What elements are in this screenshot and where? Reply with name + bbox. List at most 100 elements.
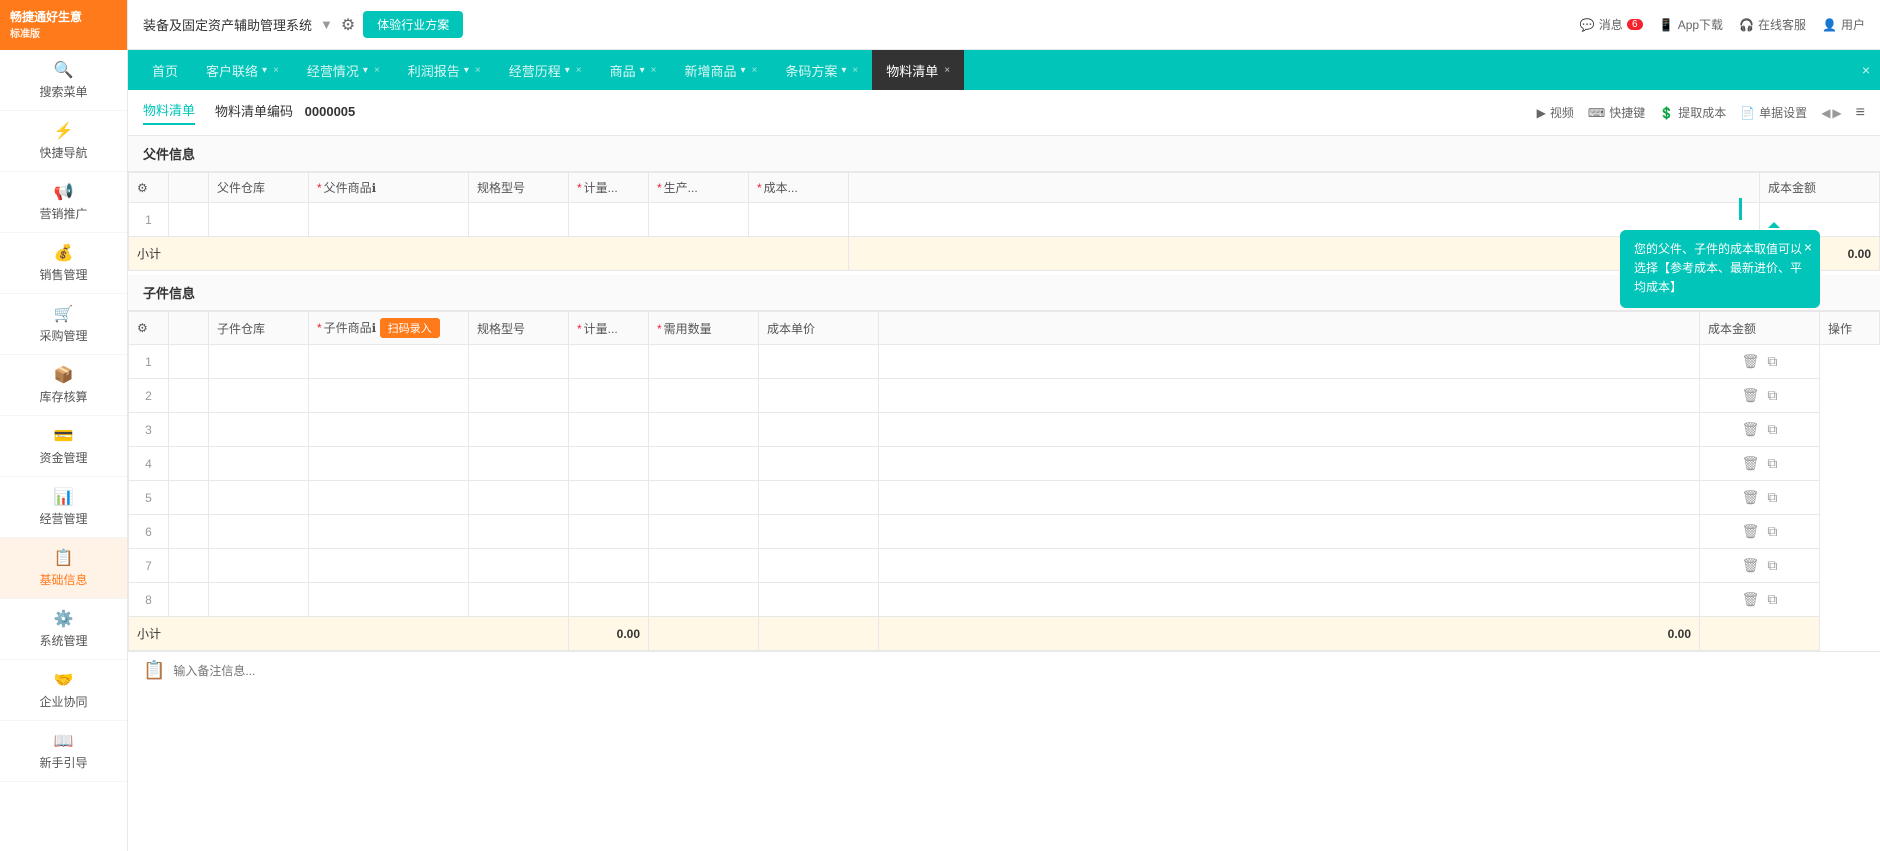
system-dropdown-icon[interactable]: ▼ <box>320 17 333 32</box>
child-row3-product[interactable] <box>209 413 309 447</box>
sidebar-item-search[interactable]: 🔍 搜索菜单 <box>0 50 127 111</box>
note-input[interactable] <box>173 664 1865 678</box>
sidebar-item-purchase[interactable]: 🛒 采购管理 <box>0 294 127 355</box>
tab-operation-close[interactable]: × <box>374 65 380 76</box>
child-row7-spec[interactable] <box>309 549 469 583</box>
close-all-icon[interactable]: × <box>1862 62 1870 78</box>
copy-icon[interactable]: ⧉ <box>1767 523 1777 540</box>
tooltip-close-btn[interactable]: × <box>1804 236 1812 258</box>
child-row1-warehouse[interactable] <box>169 345 209 379</box>
child-row2-unit[interactable] <box>469 379 569 413</box>
parent-row-product[interactable] <box>309 203 469 237</box>
tab-customer[interactable]: 客户联络▾× <box>192 50 293 90</box>
child-row7-unit-cost[interactable] <box>649 549 759 583</box>
child-row8-product[interactable] <box>209 583 309 617</box>
sidebar-item-sales[interactable]: 💰 销售管理 <box>0 233 127 294</box>
parent-row-prod[interactable] <box>649 203 749 237</box>
child-row4-warehouse[interactable] <box>169 447 209 481</box>
child-row2-qty[interactable] <box>569 379 649 413</box>
child-row4-product[interactable] <box>209 447 309 481</box>
sidebar-item-marketing[interactable]: 📢 营销推广 <box>0 172 127 233</box>
sidebar-item-system[interactable]: ⚙️ 系统管理 <box>0 599 127 660</box>
experience-btn[interactable]: 体验行业方案 <box>363 11 463 38</box>
delete-icon[interactable]: 🗑 <box>1742 591 1760 608</box>
tab-bom[interactable]: 物料清单× <box>872 50 964 90</box>
copy-icon[interactable]: ⧉ <box>1767 591 1777 608</box>
sidebar-item-quicknav[interactable]: ⚡ 快捷导航 <box>0 111 127 172</box>
child-row1-product[interactable] <box>209 345 309 379</box>
child-row7-product[interactable] <box>209 549 309 583</box>
child-row2-unit-cost[interactable] <box>649 379 759 413</box>
user-btn[interactable]: 👤 用户 <box>1822 16 1865 33</box>
child-row2-product[interactable] <box>209 379 309 413</box>
child-row1-unit[interactable] <box>469 345 569 379</box>
shortcut-btn[interactable]: ⌨ 快捷键 <box>1588 104 1645 121</box>
child-row6-qty[interactable] <box>569 515 649 549</box>
child-row7-warehouse[interactable] <box>169 549 209 583</box>
tab-home[interactable]: 首页 <box>138 50 192 90</box>
gear-icon[interactable]: ⚙ <box>341 15 355 35</box>
prev-arrow[interactable]: ◀ <box>1821 106 1830 120</box>
app-download-btn[interactable]: 📱 App下载 <box>1659 16 1723 33</box>
tab-profit[interactable]: 利润报告▾× <box>394 50 495 90</box>
delete-icon[interactable]: 🗑 <box>1742 421 1760 438</box>
child-row5-warehouse[interactable] <box>169 481 209 515</box>
subtab-code-label[interactable]: 物料清单编码 <box>215 104 293 119</box>
delete-icon[interactable]: 🗑 <box>1742 455 1760 472</box>
tab-profit-close[interactable]: × <box>475 65 481 76</box>
copy-icon[interactable]: ⧉ <box>1767 557 1777 574</box>
child-row6-warehouse[interactable] <box>169 515 209 549</box>
child-row5-unit-cost[interactable] <box>649 481 759 515</box>
delete-icon[interactable]: 🗑 <box>1742 387 1760 404</box>
next-arrow[interactable]: ▶ <box>1832 106 1841 120</box>
sidebar-item-inventory[interactable]: 📦 库存核算 <box>0 355 127 416</box>
tab-bom-close[interactable]: × <box>944 65 950 76</box>
sidebar-item-enterprise[interactable]: 🤝 企业协同 <box>0 660 127 721</box>
child-row8-spec[interactable] <box>309 583 469 617</box>
doc-settings-btn[interactable]: 📄 单据设置 <box>1740 104 1807 121</box>
child-row4-qty[interactable] <box>569 447 649 481</box>
sidebar-item-management[interactable]: 📊 经营管理 <box>0 477 127 538</box>
child-row6-unit-cost[interactable] <box>649 515 759 549</box>
copy-icon[interactable]: ⧉ <box>1767 353 1777 370</box>
scan-btn[interactable]: 扫码录入 <box>380 318 440 338</box>
tab-history-close[interactable]: × <box>576 65 582 76</box>
child-row3-qty[interactable] <box>569 413 649 447</box>
parent-row-spec[interactable] <box>469 203 569 237</box>
child-row5-qty[interactable] <box>569 481 649 515</box>
child-row1-qty[interactable] <box>569 345 649 379</box>
child-row2-warehouse[interactable] <box>169 379 209 413</box>
child-row3-unit[interactable] <box>469 413 569 447</box>
child-row6-spec[interactable] <box>309 515 469 549</box>
delete-icon[interactable]: 🗑 <box>1742 523 1760 540</box>
video-btn[interactable]: ▶ 视频 <box>1537 104 1574 121</box>
sidebar-item-guide[interactable]: 📖 新手引导 <box>0 721 127 782</box>
messages-btn[interactable]: 💬 消息 6 <box>1580 16 1643 33</box>
child-row4-unit-cost[interactable] <box>649 447 759 481</box>
child-row5-spec[interactable] <box>309 481 469 515</box>
sidebar-item-finance[interactable]: 💳 资金管理 <box>0 416 127 477</box>
delete-icon[interactable]: 🗑 <box>1742 557 1760 574</box>
tab-history[interactable]: 经营历程▾× <box>495 50 596 90</box>
tab-newgoods[interactable]: 新增商品▾× <box>670 50 771 90</box>
tab-barcode[interactable]: 条码方案▾× <box>771 50 872 90</box>
child-row7-unit[interactable] <box>469 549 569 583</box>
parent-row-unit[interactable] <box>569 203 649 237</box>
tab-customer-close[interactable]: × <box>273 65 279 76</box>
child-row6-unit[interactable] <box>469 515 569 549</box>
child-row8-unit[interactable] <box>469 583 569 617</box>
child-row1-unit-cost[interactable] <box>649 345 759 379</box>
child-row5-unit[interactable] <box>469 481 569 515</box>
copy-icon[interactable]: ⧉ <box>1767 489 1777 506</box>
parent-row-cost[interactable] <box>749 203 849 237</box>
delete-icon[interactable]: 🗑 <box>1742 353 1760 370</box>
child-row1-spec[interactable] <box>309 345 469 379</box>
tab-goods[interactable]: 商品▾× <box>596 50 671 90</box>
tab-barcode-close[interactable]: × <box>852 65 858 76</box>
tab-newgoods-close[interactable]: × <box>752 65 758 76</box>
parent-row-warehouse[interactable] <box>209 203 309 237</box>
child-row4-unit[interactable] <box>469 447 569 481</box>
online-service-btn[interactable]: 🎧 在线客服 <box>1739 16 1806 33</box>
child-row3-spec[interactable] <box>309 413 469 447</box>
child-row5-product[interactable] <box>209 481 309 515</box>
